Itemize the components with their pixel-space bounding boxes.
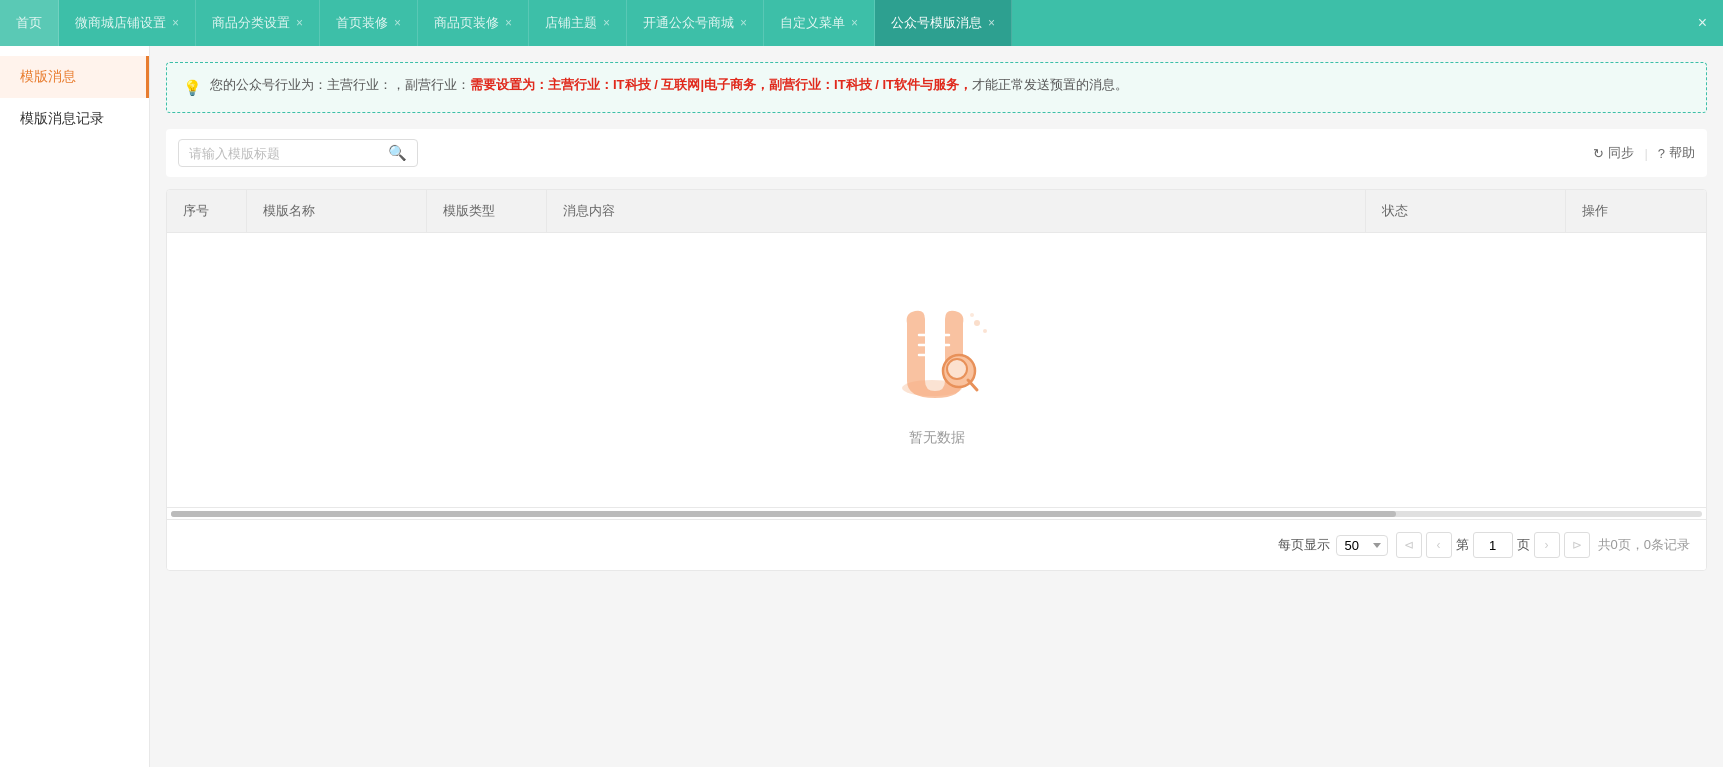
total-info: 共0页，0条记录 xyxy=(1598,536,1690,554)
notice-banner: 💡 您的公众号行业为：主营行业：，副营行业：需要设置为：主营行业：IT科技 / … xyxy=(166,62,1707,113)
page-prefix-label: 第 xyxy=(1456,536,1469,554)
pagination: 每页显示 50 10 20 100 ⊲ ‹ 第 页 xyxy=(167,519,1706,570)
page-unit-label: 页 xyxy=(1517,536,1530,554)
sidebar-item-模版消息记录[interactable]: 模版消息记录 xyxy=(0,98,149,140)
scrollbar-thumb[interactable] xyxy=(171,511,1396,517)
horizontal-scrollbar[interactable] xyxy=(167,507,1706,519)
nav-item-label: 店铺主题 xyxy=(545,14,597,32)
empty-state: 暂无数据 xyxy=(167,233,1706,507)
sync-icon: ↻ xyxy=(1593,146,1604,161)
page-number-input[interactable] xyxy=(1473,532,1513,558)
notice-prefix: 您的公众号行业为：主营行业：，副营行业： xyxy=(210,77,470,92)
notice-suffix: 才能正常发送预置的消息。 xyxy=(972,77,1128,92)
prev-page-button[interactable]: ‹ xyxy=(1426,532,1452,558)
toolbar-divider: | xyxy=(1644,146,1647,161)
nav-item-首页装修[interactable]: 首页装修 × xyxy=(320,0,418,46)
nav-item-close[interactable]: × xyxy=(603,16,610,30)
nav-item-label: 公众号模版消息 xyxy=(891,14,982,32)
sidebar-item-模版消息[interactable]: 模版消息 xyxy=(0,56,149,98)
nav-item-close[interactable]: × xyxy=(988,16,995,30)
nav-item-close[interactable]: × xyxy=(394,16,401,30)
nav-item-close[interactable]: × xyxy=(740,16,747,30)
col-action: 操作 xyxy=(1566,190,1706,232)
page-size-wrap: 每页显示 50 10 20 100 xyxy=(1278,535,1388,556)
search-icon[interactable]: 🔍 xyxy=(388,144,407,162)
sidebar: 模版消息模版消息记录 xyxy=(0,46,150,767)
notice-icon: 💡 xyxy=(183,76,202,100)
top-navigation: 首页微商城店铺设置×商品分类设置×首页装修×商品页装修×店铺主题×开通公众号商城… xyxy=(0,0,1723,46)
nav-item-label: 首页装修 xyxy=(336,14,388,32)
help-label: 帮助 xyxy=(1669,144,1695,162)
nav-item-close[interactable]: × xyxy=(296,16,303,30)
col-type: 模版类型 xyxy=(427,190,547,232)
nav-item-商品页装修[interactable]: 商品页装修 × xyxy=(418,0,529,46)
main-layout: 模版消息模版消息记录 💡 您的公众号行业为：主营行业：，副营行业：需要设置为：主… xyxy=(0,46,1723,767)
scrollbar-track xyxy=(171,511,1702,517)
col-index: 序号 xyxy=(167,190,247,232)
svg-point-7 xyxy=(974,320,980,326)
nav-item-close[interactable]: × xyxy=(851,16,858,30)
empty-text: 暂无数据 xyxy=(909,429,965,447)
help-icon: ? xyxy=(1658,146,1665,161)
help-button[interactable]: ? 帮助 xyxy=(1658,144,1695,162)
nav-item-label: 商品分类设置 xyxy=(212,14,290,32)
notice-text: 您的公众号行业为：主营行业：，副营行业：需要设置为：主营行业：IT科技 / 互联… xyxy=(210,75,1128,96)
main-content: 💡 您的公众号行业为：主营行业：，副营行业：需要设置为：主营行业：IT科技 / … xyxy=(150,46,1723,767)
svg-point-5 xyxy=(947,359,967,379)
toolbar-right: ↻ 同步 | ? 帮助 xyxy=(1593,144,1695,162)
nav-item-close[interactable]: × xyxy=(505,16,512,30)
page-size-label: 每页显示 xyxy=(1278,536,1330,554)
notice-highlight: 需要设置为：主营行业：IT科技 / 互联网|电子商务，副营行业：IT科技 / I… xyxy=(470,77,972,92)
empty-illustration xyxy=(877,293,997,413)
search-input[interactable] xyxy=(189,146,388,161)
nav-item-微商城店铺设置[interactable]: 微商城店铺设置 × xyxy=(59,0,196,46)
next-page-button[interactable]: › xyxy=(1534,532,1560,558)
nav-item-自定义菜单[interactable]: 自定义菜单 × xyxy=(764,0,875,46)
nav-item-close[interactable]: × xyxy=(172,16,179,30)
table-header: 序号 模版名称 模版类型 消息内容 状态 操作 xyxy=(167,190,1706,233)
first-page-button[interactable]: ⊲ xyxy=(1396,532,1422,558)
nav-item-公众号模版消息[interactable]: 公众号模版消息 × xyxy=(875,0,1012,46)
nav-item-首页[interactable]: 首页 xyxy=(0,0,59,46)
nav-item-label: 开通公众号商城 xyxy=(643,14,734,32)
nav-item-label: 自定义菜单 xyxy=(780,14,845,32)
sync-button[interactable]: ↻ 同步 xyxy=(1593,144,1634,162)
nav-item-店铺主题[interactable]: 店铺主题 × xyxy=(529,0,627,46)
col-name: 模版名称 xyxy=(247,190,427,232)
nav-item-label: 微商城店铺设置 xyxy=(75,14,166,32)
page-nav: ⊲ ‹ 第 页 › ⊳ xyxy=(1396,532,1590,558)
page-size-select[interactable]: 50 10 20 100 xyxy=(1336,535,1388,556)
nav-item-商品分类设置[interactable]: 商品分类设置 × xyxy=(196,0,320,46)
col-content: 消息内容 xyxy=(547,190,1366,232)
nav-item-label: 商品页装修 xyxy=(434,14,499,32)
search-wrap: 🔍 xyxy=(178,139,418,167)
page-input-wrap: 第 页 xyxy=(1456,532,1530,558)
last-page-button[interactable]: ⊳ xyxy=(1564,532,1590,558)
svg-point-9 xyxy=(970,313,974,317)
svg-point-8 xyxy=(983,329,987,333)
nav-item-label: 首页 xyxy=(16,14,42,32)
close-all-button[interactable]: × xyxy=(1682,14,1723,32)
col-status: 状态 xyxy=(1366,190,1566,232)
sync-label: 同步 xyxy=(1608,144,1634,162)
nav-item-开通公众号商城[interactable]: 开通公众号商城 × xyxy=(627,0,764,46)
data-table: 序号 模版名称 模版类型 消息内容 状态 操作 xyxy=(166,189,1707,571)
toolbar: 🔍 ↻ 同步 | ? 帮助 xyxy=(166,129,1707,177)
